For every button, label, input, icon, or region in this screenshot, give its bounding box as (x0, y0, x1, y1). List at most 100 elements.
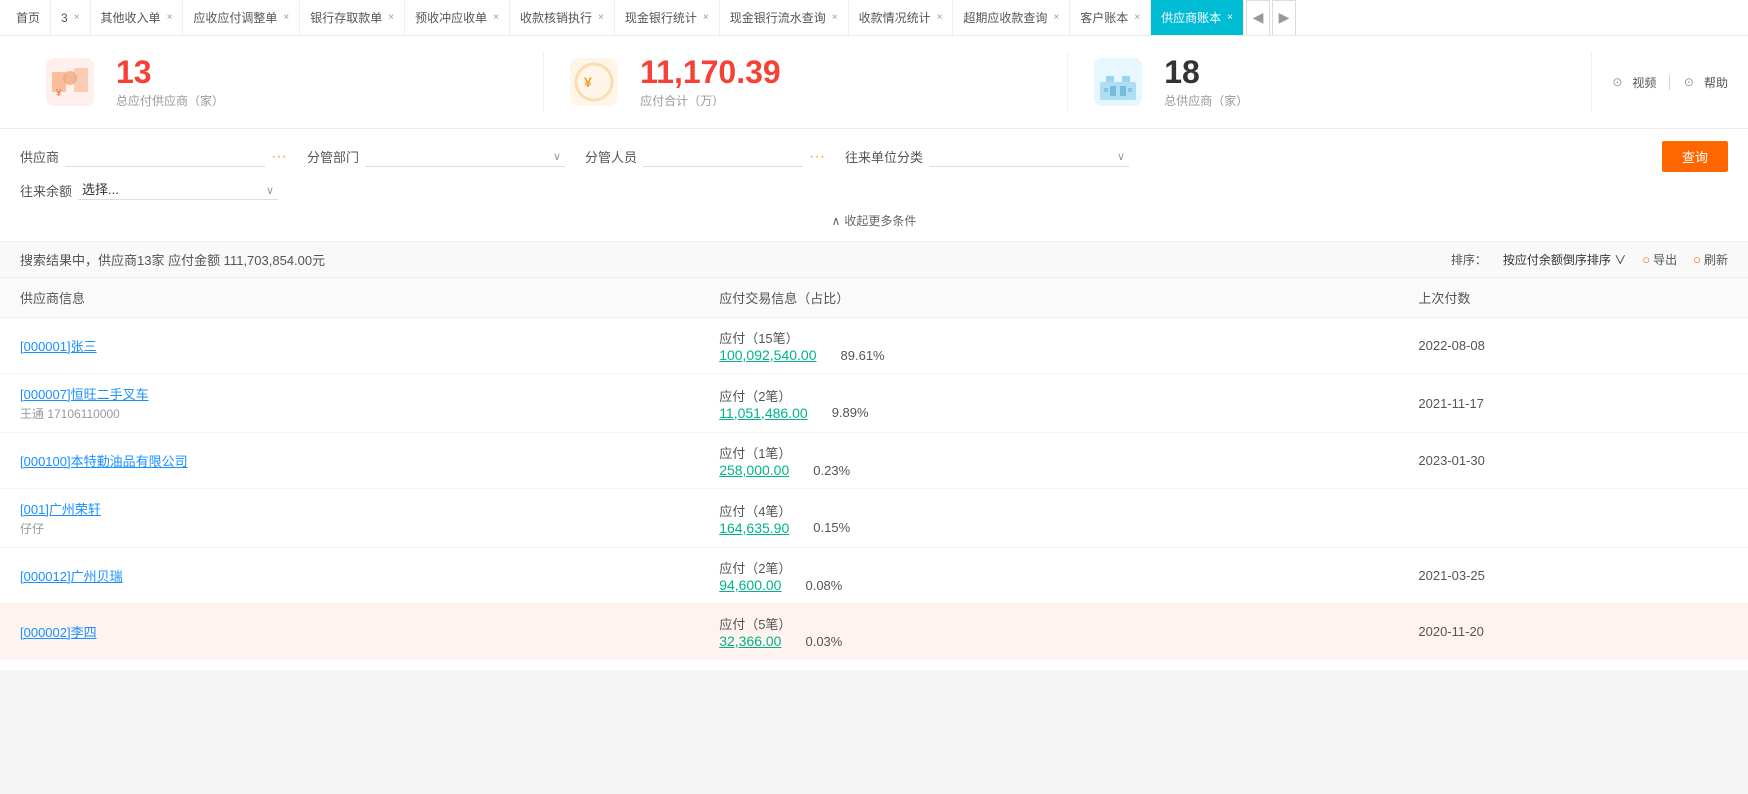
filter-row-1: 供应商 ··· 分管部门 ∨ 分管人员 ··· (20, 141, 1728, 172)
help-link[interactable]: 帮助 (1704, 74, 1728, 91)
supplier-link[interactable]: [000001]张三 (20, 339, 97, 354)
supplier-link[interactable]: [001]广州荣轩 (20, 502, 101, 517)
transaction-cell: 应付（2笔）94,600.000.08% (699, 548, 1398, 604)
tx-percent: 89.61% (841, 348, 885, 363)
close-icon[interactable]: × (74, 12, 80, 23)
close-icon[interactable]: × (493, 12, 499, 23)
tx-label: 应付（1笔） (719, 443, 1378, 462)
last-payment-cell: 2021-11-17 (1398, 374, 1748, 433)
col-last-payment-header: 上次付数 (1398, 278, 1748, 318)
refresh-button[interactable]: ○ 刷新 (1693, 251, 1728, 268)
transaction-cell: 应付（15笔）100,092,540.0089.61% (699, 318, 1398, 374)
table-row: [001]广州荣轩仔仔应付（4笔）164,635.900.15% (0, 489, 1748, 548)
collapse-label: 收起更多条件 (844, 212, 916, 229)
supplier-filter-label: 供应商 (20, 147, 59, 166)
transaction-cell: 应付（5笔）32,366.000.03% (699, 604, 1398, 660)
tx-label: 应付（5笔） (719, 614, 1378, 633)
close-icon[interactable]: × (1134, 12, 1140, 23)
transaction-cell: 应付（1笔）258,000.000.23% (699, 433, 1398, 489)
tx-amount[interactable]: 94,600.00 (719, 577, 781, 593)
dept-dropdown-wrapper: ∨ (365, 147, 565, 167)
data-table-container: 供应商信息 应付交易信息（占比） 上次付数 [000001]张三应付（15笔）1… (0, 278, 1748, 670)
tab-cash-bank-stat[interactable]: 现金银行统计 × (615, 0, 720, 36)
close-icon[interactable]: × (167, 12, 173, 23)
filter-dept: 分管部门 ∨ (307, 147, 565, 167)
total-supplier-label: 总供应商（家） (1164, 92, 1248, 109)
search-button[interactable]: 查询 (1662, 141, 1728, 172)
tab-overdue[interactable]: 超期应收款查询 × (953, 0, 1070, 36)
category-dropdown-wrapper: ∨ (929, 147, 1129, 167)
supplier-sub-info: 王通 17106110000 (20, 405, 679, 422)
tab-bank-deposit[interactable]: 银行存取款单 × (300, 0, 405, 36)
close-icon[interactable]: × (937, 12, 943, 23)
category-select[interactable] (929, 147, 1129, 167)
tab-collect-exec[interactable]: 收款核销执行 × (510, 0, 615, 36)
ap-total-icon: ¥ (564, 52, 624, 112)
video-link[interactable]: 视频 (1632, 74, 1656, 91)
ap-supplier-label: 总应付供应商（家） (116, 92, 224, 109)
close-icon[interactable]: × (1227, 12, 1233, 23)
collapse-button[interactable]: ∧ 收起更多条件 (20, 208, 1728, 233)
tab-t3[interactable]: 3 × (51, 0, 91, 36)
tab-home[interactable]: 首页 (6, 0, 51, 36)
nav-next-button[interactable]: ▶ (1272, 0, 1296, 36)
supplier-cell: [001]广州荣轩仔仔 (0, 489, 699, 548)
close-icon[interactable]: × (1053, 12, 1059, 23)
close-icon[interactable]: × (283, 12, 289, 23)
table-header-row: 供应商信息 应付交易信息（占比） 上次付数 (0, 278, 1748, 318)
tab-other-income[interactable]: 其他收入单 × (91, 0, 184, 36)
transaction-cell: 应付（4笔）164,635.900.15% (699, 489, 1398, 548)
last-payment-date: 2021-11-17 (1418, 396, 1484, 411)
tx-amount[interactable]: 164,635.90 (719, 520, 789, 536)
balance-dropdown-wrapper: 选择... ∨ (78, 180, 278, 200)
last-payment-cell (1398, 489, 1748, 548)
supplier-link[interactable]: [000002]李四 (20, 625, 97, 640)
tx-amount[interactable]: 32,366.00 (719, 633, 781, 649)
dept-select[interactable] (365, 147, 565, 167)
total-supplier-count: 18 (1164, 55, 1248, 90)
tab-advance[interactable]: 预收冲应收单 × (405, 0, 510, 36)
filter-row-2: 往来余额 选择... ∨ (20, 180, 1728, 200)
close-icon[interactable]: × (703, 12, 709, 23)
supplier-cell: [000012]广州贝瑞 (0, 548, 699, 604)
last-payment-cell: 2021-03-25 (1398, 548, 1748, 604)
last-payment-cell: 2022-08-08 (1398, 318, 1748, 374)
tab-collect-stat[interactable]: 收款情况统计 × (849, 0, 954, 36)
nav-prev-button[interactable]: ◀ (1246, 0, 1270, 36)
person-dots-icon[interactable]: ··· (809, 148, 825, 166)
supplier-cell: [000100]本特勤油品有限公司 (0, 433, 699, 489)
table-row: [000012]广州贝瑞 应付（2笔）94,600.000.08%2021-03-… (0, 548, 1748, 604)
close-icon[interactable]: × (598, 12, 604, 23)
ap-total-amount: 11,170.39 (640, 55, 781, 90)
tx-amount[interactable]: 258,000.00 (719, 462, 789, 478)
summary-card-suppliers-ap: ¥ 13 总应付供应商（家） (20, 52, 544, 112)
last-payment-cell: 2020-11-20 (1398, 604, 1748, 660)
last-payment-date: 2023-01-30 (1418, 453, 1485, 468)
person-input[interactable] (643, 147, 803, 167)
card-info-ap: 13 总应付供应商（家） (116, 55, 224, 109)
tx-amount[interactable]: 11,051,486.00 (719, 405, 808, 421)
tab-supplier-account[interactable]: 供应商账本 × (1151, 0, 1244, 36)
suppliers-ap-icon: ¥ (40, 52, 100, 112)
tx-percent: 9.89% (832, 405, 869, 420)
supplier-link[interactable]: [000100]本特勤油品有限公司 (20, 454, 188, 469)
filter-section: 供应商 ··· 分管部门 ∨ 分管人员 ··· (0, 129, 1748, 242)
supplier-link[interactable]: [000012]广州贝瑞 (20, 569, 123, 584)
balance-select[interactable]: 选择... (78, 180, 278, 200)
close-icon[interactable]: × (388, 12, 394, 23)
export-button[interactable]: ○ 导出 (1642, 251, 1677, 268)
supplier-link[interactable]: [000007]恒旺二手叉车 (20, 387, 149, 402)
tab-customer-account[interactable]: 客户账本 × (1070, 0, 1151, 36)
tab-cash-bank-flow[interactable]: 现金银行流水查询 × (720, 0, 849, 36)
filter-category: 往来单位分类 ∨ (845, 147, 1129, 167)
transaction-cell: 应付（2笔）11,051,486.009.89% (699, 374, 1398, 433)
tab-ap-adjust[interactable]: 应收应付调整单 × (183, 0, 300, 36)
supplier-input[interactable] (65, 147, 265, 167)
table-row: [000002]李四 应付（5笔）32,366.000.03%2020-11-20 (0, 604, 1748, 660)
close-icon[interactable]: × (832, 12, 838, 23)
tx-amount[interactable]: 100,092,540.00 (719, 347, 816, 363)
table-row: [000001]张三应付（15笔）100,092,540.0089.61%202… (0, 318, 1748, 374)
sort-value[interactable]: 按应付余额倒序排序 ∨ (1503, 251, 1626, 268)
supplier-sub-info: 仔仔 (20, 520, 679, 537)
supplier-dots-icon[interactable]: ··· (271, 148, 287, 166)
